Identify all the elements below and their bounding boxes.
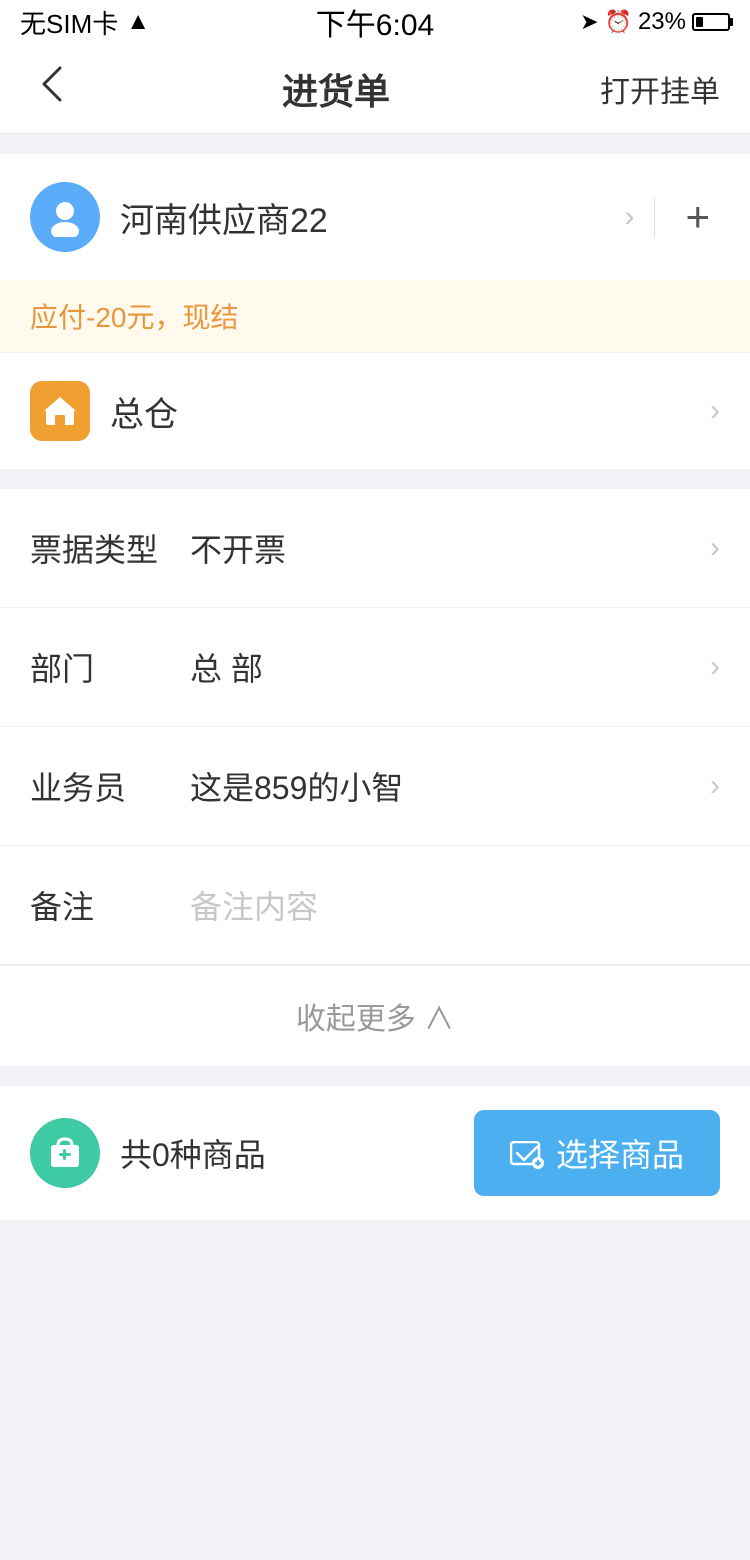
supplier-section: 河南供应商22 › + 应付-20元，现结 总仓 › <box>0 154 750 469</box>
status-time: 下午6:04 <box>316 0 434 44</box>
ticket-type-row[interactable]: 票据类型 不开票 › <box>0 489 750 608</box>
product-icon <box>45 1133 85 1173</box>
salesperson-row[interactable]: 业务员 这是859的小智 › <box>0 727 750 846</box>
dept-chevron-icon: › <box>710 650 720 684</box>
ticket-type-value: 不开票 <box>170 525 710 571</box>
warehouse-icon-wrap <box>30 381 90 441</box>
section-gap-1 <box>0 134 750 154</box>
open-pending-button[interactable]: 打开挂单 <box>600 67 720 111</box>
gray-background <box>0 1220 750 1560</box>
select-product-label: 选择商品 <box>556 1130 684 1176</box>
collapse-label: 收起更多 ∧ <box>296 1003 454 1036</box>
salesperson-chevron-icon: › <box>710 769 720 803</box>
supplier-chevron-icon: › <box>624 200 634 234</box>
status-carrier: 无SIM卡 ▲ <box>20 4 150 41</box>
supplier-name: 河南供应商22 <box>120 193 624 242</box>
bottom-bar: 共0种商品 选择商品 <box>0 1086 750 1220</box>
warehouse-icon <box>42 393 78 429</box>
product-icon-wrap <box>30 1118 100 1188</box>
location-icon: ➤ <box>580 9 598 35</box>
notice-banner: 应付-20元，现结 <box>0 280 750 352</box>
add-supplier-button[interactable]: + <box>675 193 720 241</box>
ticket-type-label: 票据类型 <box>30 525 170 571</box>
supplier-avatar <box>30 182 100 252</box>
warehouse-label: 总仓 <box>110 387 710 436</box>
select-product-icon <box>510 1135 544 1172</box>
back-button[interactable] <box>30 56 72 121</box>
notice-text: 应付-20元，现结 <box>30 302 238 333</box>
dept-value: 总 部 <box>170 644 710 690</box>
salesperson-label: 业务员 <box>30 763 170 809</box>
remark-input[interactable]: 备注内容 <box>170 882 720 928</box>
status-right: ➤ ⏰ 23% <box>580 8 730 36</box>
warehouse-row[interactable]: 总仓 › <box>0 352 750 469</box>
remark-label: 备注 <box>30 882 170 928</box>
add-divider <box>654 197 655 237</box>
dept-row[interactable]: 部门 总 部 › <box>0 608 750 727</box>
collapse-row[interactable]: 收起更多 ∧ <box>0 965 750 1066</box>
nav-bar: 进货单 打开挂单 <box>0 44 750 134</box>
status-bar: 无SIM卡 ▲ 下午6:04 ➤ ⏰ 23% <box>0 0 750 44</box>
user-icon <box>45 197 85 237</box>
carrier-text: 无SIM卡 <box>20 4 118 41</box>
battery-icon <box>692 13 730 31</box>
product-count: 共0种商品 <box>120 1130 454 1176</box>
salesperson-value: 这是859的小智 <box>170 763 710 809</box>
supplier-row[interactable]: 河南供应商22 › + <box>0 154 750 280</box>
dept-label: 部门 <box>30 644 170 690</box>
form-section: 票据类型 不开票 › 部门 总 部 › 业务员 这是859的小智 › 备注 备注… <box>0 489 750 1066</box>
battery-percent: 23% <box>638 8 686 36</box>
warehouse-chevron-icon: › <box>710 394 720 428</box>
remark-row[interactable]: 备注 备注内容 <box>0 846 750 965</box>
ticket-type-chevron-icon: › <box>710 531 720 565</box>
wifi-icon: ▲ <box>126 8 150 36</box>
select-product-button[interactable]: 选择商品 <box>474 1110 720 1196</box>
alarm-icon: ⏰ <box>605 9 632 35</box>
page-title: 进货单 <box>282 63 390 115</box>
